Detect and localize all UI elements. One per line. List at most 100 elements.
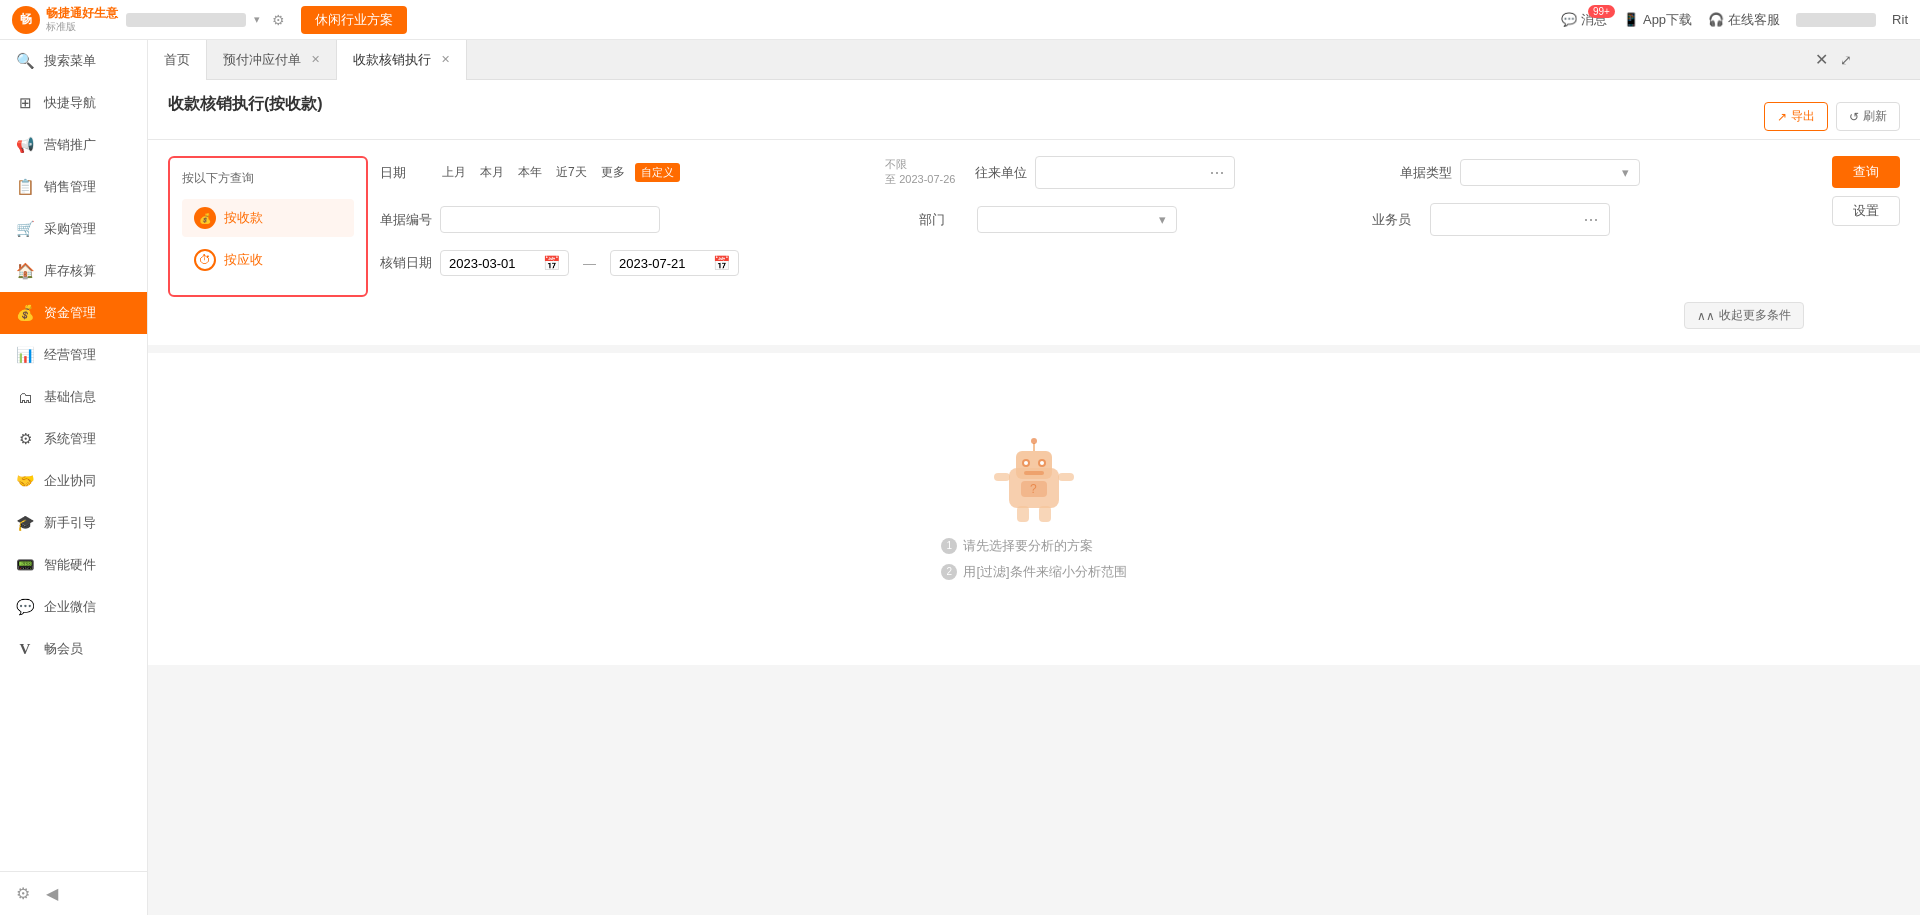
sidebar-item-smart-hw[interactable]: 📟 智能硬件 <box>0 544 147 586</box>
sidebar-item-tutorial[interactable]: 🎓 新手引导 <box>0 502 147 544</box>
sidebar-item-purchase[interactable]: 🛒 采购管理 <box>0 208 147 250</box>
close-all-tabs-icon[interactable]: ✕ <box>1811 46 1832 73</box>
sidebar-item-basic[interactable]: 🗂 基础信息 <box>0 376 147 418</box>
brand: 畅 畅捷通好生意 标准版 <box>12 6 118 34</box>
verify-date-start-wrapper[interactable]: 📅 <box>440 250 569 276</box>
page-toolbar: ↗ 导出 ↺ 刷新 <box>1764 94 1900 139</box>
sidebar-item-sales[interactable]: 📋 销售管理 <box>0 166 147 208</box>
sidebar-item-biz[interactable]: 📊 经营管理 <box>0 334 147 376</box>
sidebar-item-inventory[interactable]: 🏠 库存核算 <box>0 250 147 292</box>
svg-point-8 <box>1031 438 1037 444</box>
dept-label: 部门 <box>919 211 969 229</box>
chevron-down-icon: ▾ <box>1622 165 1629 180</box>
solution-button[interactable]: 休闲行业方案 <box>301 6 407 34</box>
svg-rect-6 <box>1024 471 1044 475</box>
verify-date-end-input[interactable] <box>619 256 709 271</box>
filter-by-receipt[interactable]: 💰 按收款 <box>182 199 354 237</box>
date-custom[interactable]: 自定义 <box>635 163 680 182</box>
dept-select[interactable]: ▾ <box>977 206 1177 233</box>
doc-no-input[interactable] <box>440 206 660 233</box>
message-badge: 99+ <box>1588 5 1615 18</box>
headset-icon: 🎧 <box>1708 12 1724 27</box>
account-chevron-icon[interactable]: ▾ <box>254 13 260 26</box>
sidebar-item-quick-nav[interactable]: ⊞ 快捷导航 <box>0 82 147 124</box>
sidebar-bottom: ⚙ ◀ <box>0 871 147 915</box>
tab-home[interactable]: 首页 <box>148 40 207 80</box>
expand-icon[interactable]: ⤢ <box>1836 48 1856 72</box>
sidebar-item-marketing[interactable]: 📢 营销推广 <box>0 124 147 166</box>
system-icon: ⚙ <box>16 430 34 448</box>
sidebar-item-fund[interactable]: 💰 资金管理 <box>0 292 147 334</box>
staff-more-icon[interactable]: ··· <box>1583 209 1598 230</box>
phone-icon: 📱 <box>1623 12 1639 27</box>
calendar-start-icon[interactable]: 📅 <box>543 255 560 271</box>
online-service-button[interactable]: 🎧 在线客服 <box>1708 11 1780 29</box>
tab-close-prepay[interactable]: ✕ <box>311 53 320 66</box>
account-blurred <box>126 13 246 27</box>
filter-row-1: 日期 上月 本月 本年 近7天 更多 自定义 <box>380 156 1804 189</box>
settings-icon[interactable]: ⚙ <box>272 12 285 28</box>
query-button[interactable]: 查询 <box>1832 156 1900 188</box>
verify-date-start-input[interactable] <box>449 256 539 271</box>
sidebar-collapse-icon[interactable]: ◀ <box>46 884 58 903</box>
partner-input[interactable]: ··· <box>1035 156 1235 189</box>
filter-row-3: 核销日期 📅 — 📅 <box>380 250 1804 276</box>
sidebar-gear-icon[interactable]: ⚙ <box>16 884 30 903</box>
doc-type-field: 单据类型 ▾ <box>1400 159 1804 186</box>
staff-label: 业务员 <box>1372 211 1422 229</box>
app-download-button[interactable]: 📱 App下载 <box>1623 11 1692 29</box>
filter-rows: 日期 上月 本月 本年 近7天 更多 自定义 <box>380 156 1804 329</box>
export-button[interactable]: ↗ 导出 <box>1764 102 1828 131</box>
doc-type-select[interactable]: ▾ <box>1460 159 1640 186</box>
query-buttons: 查询 设置 <box>1832 156 1900 226</box>
message-button[interactable]: 💬 消息 99+ <box>1561 11 1607 29</box>
empty-state: ? 1 请先选择要分析的方案 2 用[过滤]条件来缩小分析范围 <box>148 353 1920 665</box>
tab-receivable-verify[interactable]: 收款核销执行 ✕ <box>337 40 467 80</box>
cart-icon: 🛒 <box>16 220 34 238</box>
date-field: 日期 上月 本月 本年 近7天 更多 自定义 <box>380 162 865 183</box>
filter-type-panel: 按以下方查询 💰 按收款 ⏱ 按应收 <box>168 156 368 297</box>
tab-bar: 首页 预付冲应付单 ✕ 收款核销执行 ✕ ✕ ⤢ <box>148 40 1920 80</box>
filter-by-receivable[interactable]: ⏱ 按应收 <box>182 241 354 279</box>
verify-date-field: 核销日期 📅 — 📅 <box>380 250 1804 276</box>
chevron-up-icon: ∧∧ <box>1697 309 1715 323</box>
export-icon: ↗ <box>1777 110 1787 124</box>
date-more[interactable]: 更多 <box>597 162 629 183</box>
sidebar-item-vip[interactable]: V 畅会员 <box>0 628 147 670</box>
collapse-more-button[interactable]: ∧∧ 收起更多条件 <box>1684 302 1804 329</box>
date-7days[interactable]: 近7天 <box>552 162 591 183</box>
message-icon: 💬 <box>1561 12 1577 27</box>
partner-field: 往来单位 ··· <box>975 156 1379 189</box>
refresh-button[interactable]: ↺ 刷新 <box>1836 102 1900 131</box>
page-header: 收款核销执行(按收款) ↗ 导出 ↺ 刷新 <box>148 80 1920 140</box>
svg-rect-9 <box>994 473 1010 481</box>
grid-icon: ⊞ <box>16 94 34 112</box>
tab-bar-actions: ✕ ⤢ <box>1811 46 1860 73</box>
dept-chevron-icon: ▾ <box>1159 212 1166 227</box>
date-this-month[interactable]: 本月 <box>476 162 508 183</box>
tab-close-receivable[interactable]: ✕ <box>441 53 450 66</box>
date-last-month[interactable]: 上月 <box>438 162 470 183</box>
empty-tip-2: 2 用[过滤]条件来缩小分析范围 <box>941 559 1126 585</box>
svg-point-4 <box>1024 461 1028 465</box>
megaphone-icon: 📢 <box>16 136 34 154</box>
calendar-end-icon[interactable]: 📅 <box>713 255 730 271</box>
sidebar-item-wechat[interactable]: 💬 企业微信 <box>0 586 147 628</box>
content-area: 首页 预付冲应付单 ✕ 收款核销执行 ✕ ✕ ⤢ 收款核销执行(按收款) <box>148 40 1920 915</box>
topbar: 畅 畅捷通好生意 标准版 ▾ ⚙ 休闲行业方案 💬 消息 99+ 📱 App下载… <box>0 0 1920 40</box>
partner-label: 往来单位 <box>975 164 1027 182</box>
staff-input[interactable]: ··· <box>1430 203 1610 236</box>
partner-more-icon[interactable]: ··· <box>1209 162 1224 183</box>
tab-prepay-conflict[interactable]: 预付冲应付单 ✕ <box>207 40 337 80</box>
filter-right-wrapper: 日期 上月 本月 本年 近7天 更多 自定义 <box>380 156 1900 329</box>
verify-date-end-wrapper[interactable]: 📅 <box>610 250 739 276</box>
sidebar-item-enterprise[interactable]: 🤝 企业协同 <box>0 460 147 502</box>
sidebar-item-sys[interactable]: ⚙ 系统管理 <box>0 418 147 460</box>
settings-button[interactable]: 设置 <box>1832 196 1900 226</box>
date-this-year[interactable]: 本年 <box>514 162 546 183</box>
user-name[interactable]: Rit <box>1892 12 1908 27</box>
sidebar-item-search-menu[interactable]: 🔍 搜索菜单 <box>0 40 147 82</box>
main-layout: 🔍 搜索菜单 ⊞ 快捷导航 📢 营销推广 📋 销售管理 🛒 采购管理 🏠 库存核… <box>0 40 1920 915</box>
collapse-row: ∧∧ 收起更多条件 <box>380 294 1804 329</box>
empty-tips: 1 请先选择要分析的方案 2 用[过滤]条件来缩小分析范围 <box>941 533 1126 585</box>
